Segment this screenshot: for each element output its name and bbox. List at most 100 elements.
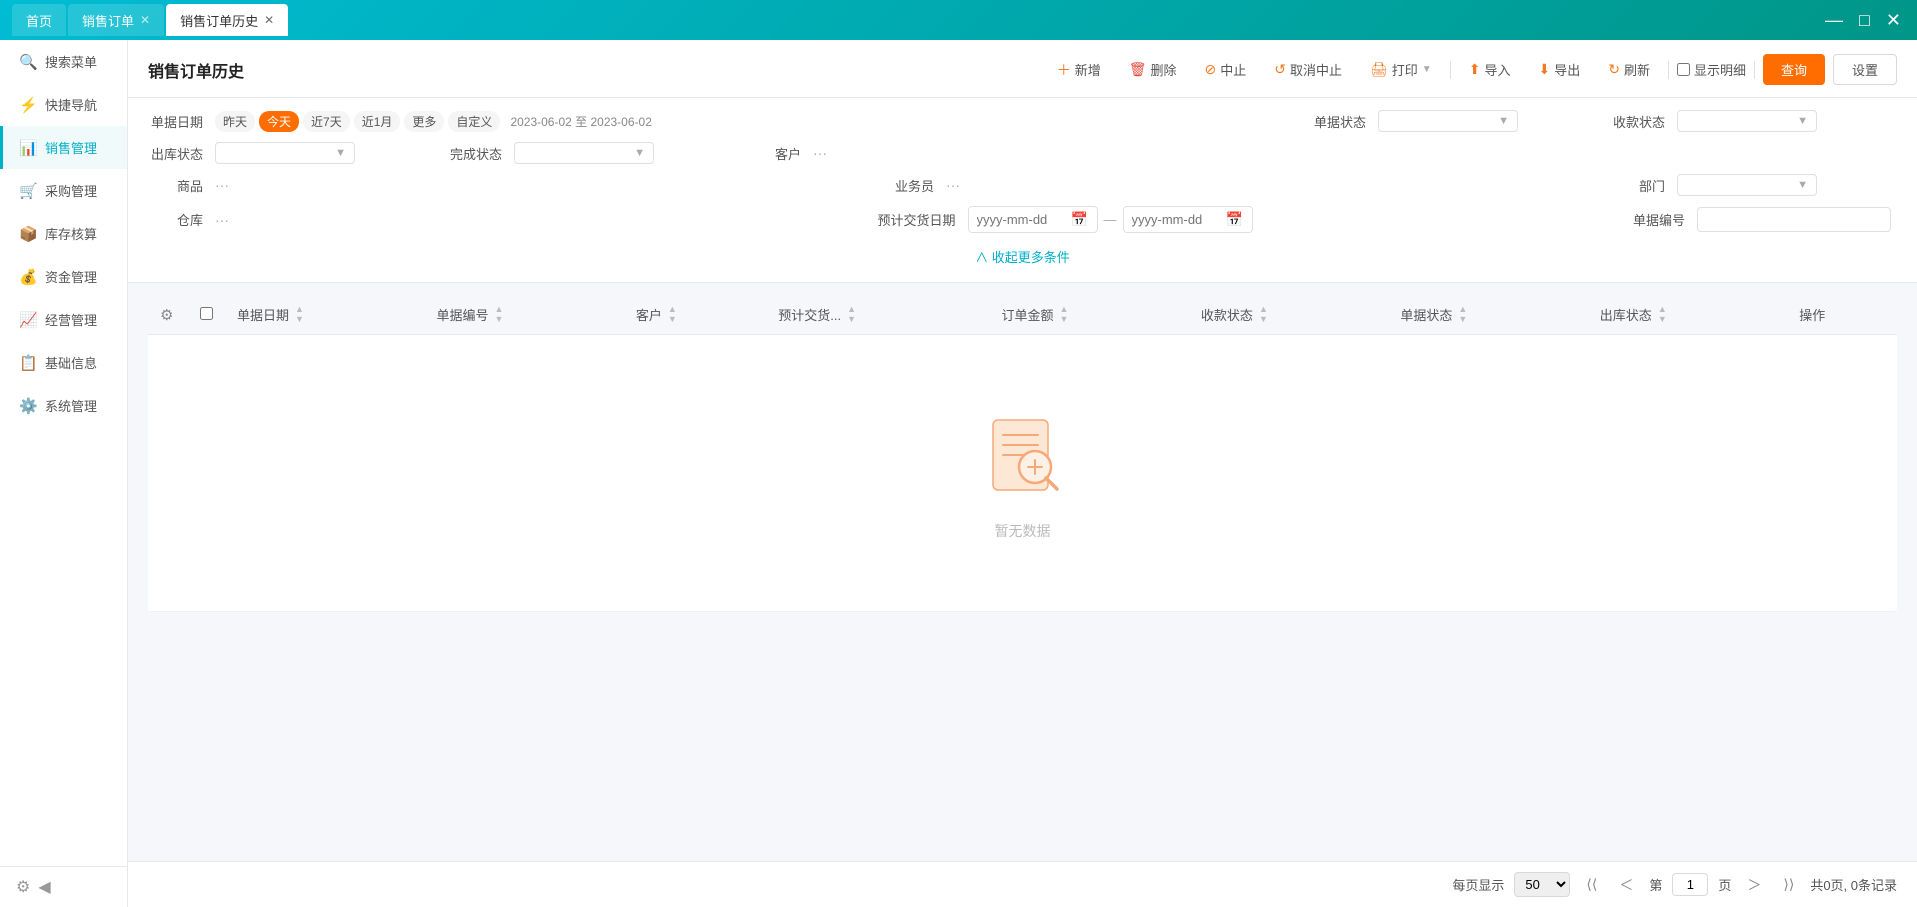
sidebar-item-ops-mgmt[interactable]: 📈 经营管理 (0, 298, 127, 341)
product-dots[interactable]: ··· (215, 177, 229, 193)
tab-sales-order[interactable]: 销售订单 ✕ (68, 4, 164, 36)
select-all-checkbox[interactable] (200, 307, 213, 320)
page-header: 销售订单历史 ＋ 新增 🗑 删除 ⊘ 中止 ↺ (128, 40, 1917, 98)
bill-number-sort-icon[interactable]: ▲ ▼ (494, 305, 503, 324)
date-pill-last1month[interactable]: 近1月 (354, 111, 401, 132)
export-button[interactable]: ⬇ 导出 (1528, 55, 1590, 84)
import-label: 导入 (1484, 60, 1510, 79)
date-pill-today[interactable]: 今天 (259, 111, 299, 132)
window-close-button[interactable]: ✕ (1882, 10, 1905, 31)
complete-status-field: ▼ (514, 142, 734, 164)
sidebar-item-inventory[interactable]: 📦 库存核算 (0, 212, 127, 255)
sidebar-settings-icon[interactable]: ⚙ (16, 877, 30, 897)
sidebar-item-sys-mgmt[interactable]: ⚙️ 系统管理 (0, 384, 127, 427)
page-number-input[interactable] (1672, 873, 1708, 896)
import-button[interactable]: ⬆ 导入 (1459, 55, 1521, 84)
export-label: 导出 (1554, 60, 1580, 79)
window-minimize-button[interactable]: — (1821, 10, 1847, 31)
calendar-end-icon[interactable]: 📅 (1226, 211, 1243, 228)
department-select[interactable]: ▼ (1677, 174, 1817, 196)
expected-delivery-sort-icon[interactable]: ▲ ▼ (847, 305, 856, 324)
col-order-amount-header: 订单金额 ▲ ▼ (989, 295, 1188, 335)
tab-home-label: 首页 (26, 11, 52, 30)
display-detail-wrap: 显示明细 (1677, 60, 1746, 79)
complete-status-select[interactable]: ▼ (514, 142, 654, 164)
delete-icon: 🗑 (1129, 61, 1147, 78)
delivery-date-start-wrap: 📅 (968, 206, 1098, 233)
stop-button[interactable]: ⊘ 中止 (1195, 55, 1257, 84)
bill-date-sort-icon[interactable]: ▲ ▼ (295, 305, 304, 324)
window-maximize-button[interactable]: □ (1855, 10, 1874, 31)
salesperson-dots[interactable]: ··· (946, 177, 960, 193)
collapse-row[interactable]: ∧ 收起更多条件 (148, 243, 1897, 270)
column-settings-icon[interactable]: ⚙ (160, 307, 173, 324)
settings-button[interactable]: 设置 (1833, 54, 1897, 85)
cancel-stop-icon: ↺ (1274, 61, 1286, 78)
date-pill-last7[interactable]: 近7天 (303, 111, 350, 132)
import-icon: ⬆ (1469, 61, 1481, 78)
last-page-button[interactable]: ⟩⟩ (1777, 874, 1800, 895)
tab-home[interactable]: 首页 (12, 4, 66, 36)
page-label: 页 (1718, 875, 1731, 894)
sidebar-item-search-menu[interactable]: 🔍 搜索菜单 (0, 40, 127, 83)
date-pill-more[interactable]: 更多 (404, 111, 444, 132)
cancel-stop-button[interactable]: ↺ 取消中止 (1264, 55, 1352, 84)
collection-status-select[interactable]: ▼ (1677, 110, 1817, 132)
order-amount-sort-icon[interactable]: ▲ ▼ (1060, 305, 1069, 324)
sidebar-item-fund-mgmt[interactable]: 💰 资金管理 (0, 255, 127, 298)
sidebar-item-sales-mgmt-label: 销售管理 (45, 138, 97, 157)
table-wrap: ⚙ 单据日期 ▲ ▼ (128, 283, 1917, 861)
sidebar-item-basic-info[interactable]: 📋 基础信息 (0, 341, 127, 384)
sidebar-item-purchase-mgmt[interactable]: 🛒 采购管理 (0, 169, 127, 212)
sidebar-item-quick-nav[interactable]: ⚡ 快捷导航 (0, 83, 127, 126)
tab-sales-order-history-label: 销售订单历史 (180, 11, 258, 30)
search-menu-icon: 🔍 (19, 53, 37, 71)
collection-status-sort-icon[interactable]: ▲ ▼ (1259, 305, 1268, 324)
page-label-pre: 第 (1649, 875, 1662, 894)
bill-number-input[interactable] (1697, 207, 1891, 232)
display-detail-checkbox[interactable] (1677, 63, 1690, 76)
expected-delivery-field: 📅 — 📅 (968, 206, 1619, 233)
refresh-icon: ↻ (1608, 61, 1620, 78)
print-label: 打印 (1392, 60, 1418, 79)
warehouse-status-select[interactable]: ▼ (215, 142, 355, 164)
add-button[interactable]: ＋ 新增 (1047, 55, 1111, 85)
warehouse-status-sort-icon[interactable]: ▲ ▼ (1658, 305, 1667, 324)
toolbar-divider-1 (1450, 61, 1451, 79)
sidebar-collapse-icon[interactable]: ◀ (38, 877, 50, 897)
customer-sort-icon[interactable]: ▲ ▼ (668, 305, 677, 324)
salesperson-label: 业务员 (879, 176, 934, 195)
prev-page-button[interactable]: ＜ (1613, 873, 1639, 897)
next-page-button[interactable]: ＞ (1741, 873, 1767, 897)
calendar-start-icon[interactable]: 📅 (1071, 211, 1088, 228)
filter-area: 单据日期 昨天 今天 近7天 近1月 更多 自定义 2023-06-02 至 2… (128, 98, 1917, 283)
date-pill-yesterday[interactable]: 昨天 (215, 111, 255, 132)
stop-icon: ⊘ (1205, 61, 1217, 78)
collection-status-label: 收款状态 (1610, 112, 1665, 131)
customer-dots[interactable]: ··· (813, 145, 827, 161)
filter-row-3: 商品 ··· 业务员 ··· 部门 ▼ (148, 174, 1897, 196)
page-title: 销售订单历史 (148, 58, 244, 82)
warehouse-dots[interactable]: ··· (215, 212, 229, 228)
delete-button[interactable]: 🗑 删除 (1119, 55, 1187, 84)
date-pill-custom[interactable]: 自定义 (448, 111, 500, 132)
tab-sales-order-history-close[interactable]: ✕ (264, 13, 274, 27)
bill-status-select[interactable]: ▼ (1378, 110, 1518, 132)
first-page-button[interactable]: ⟨⟨ (1580, 874, 1603, 895)
col-operation-label: 操作 (1799, 308, 1825, 323)
sidebar-item-sales-mgmt[interactable]: 📊 销售管理 (0, 126, 127, 169)
delivery-date-end-input[interactable] (1132, 212, 1222, 227)
tab-sales-order-history[interactable]: 销售订单历史 ✕ (166, 4, 288, 36)
content-area: 销售订单历史 ＋ 新增 🗑 删除 ⊘ 中止 ↺ (128, 40, 1917, 907)
page-size-select[interactable]: 10 20 50 100 (1514, 872, 1570, 897)
tab-sales-order-close[interactable]: ✕ (140, 13, 150, 27)
col-bill-status-label: 单据状态 (1400, 305, 1452, 324)
query-button[interactable]: 查询 (1763, 54, 1825, 85)
refresh-button[interactable]: ↻ 刷新 (1598, 55, 1660, 84)
date-field: 昨天 今天 近7天 近1月 更多 自定义 2023-06-02 至 2023-0… (215, 111, 1299, 132)
bill-status-sort-icon[interactable]: ▲ ▼ (1458, 305, 1467, 324)
print-button[interactable]: 🖨 打印 ▼ (1360, 55, 1442, 84)
delivery-date-start-input[interactable] (977, 212, 1067, 227)
ops-mgmt-icon: 📈 (19, 311, 37, 329)
col-operation-header: 操作 (1787, 295, 1897, 335)
